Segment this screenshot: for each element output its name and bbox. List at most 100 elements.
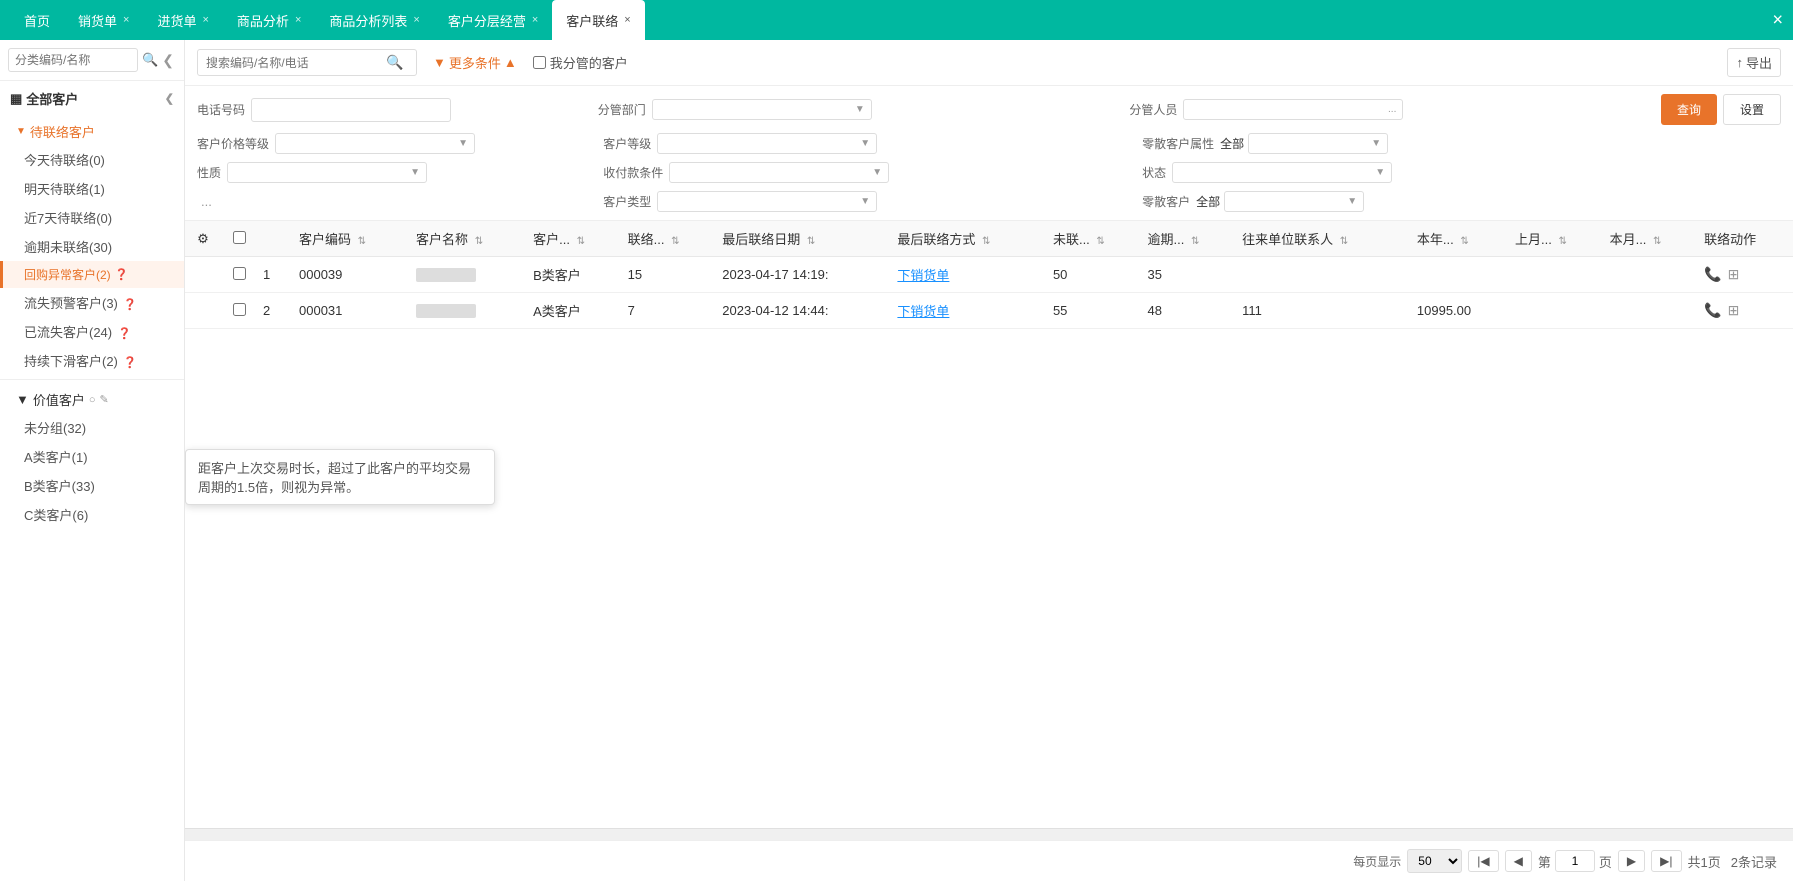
prev-page-button[interactable]: ◀ bbox=[1505, 850, 1532, 872]
declining-help-icon[interactable]: ❓ bbox=[123, 357, 137, 369]
search-icon[interactable]: 🔍 bbox=[386, 54, 403, 71]
col-name-sort-icon[interactable]: ⇅ bbox=[475, 236, 483, 247]
col-last-month-sort-icon[interactable]: ⇅ bbox=[1558, 236, 1566, 247]
nav-item-home[interactable]: 首页 bbox=[10, 0, 64, 40]
sidebar-item-repurchase-abnormal[interactable]: 回购异常客户(2) ❓ bbox=[0, 261, 184, 288]
page-input[interactable] bbox=[1555, 850, 1595, 872]
filter-retail-customer-select[interactable]: ▼ bbox=[1224, 191, 1364, 212]
sidebar-header-collapse-icon[interactable]: ❮ bbox=[165, 92, 174, 105]
close-all-button[interactable]: × bbox=[1772, 10, 1783, 31]
nav-item-customer-mgmt[interactable]: 客户分层经营 × bbox=[434, 0, 552, 40]
nav-label-analysis: 商品分析 bbox=[237, 11, 289, 30]
first-page-button[interactable]: |◀ bbox=[1468, 850, 1498, 872]
settings-icon[interactable]: ⚙ bbox=[197, 231, 209, 246]
filter-dept-select[interactable]: ▼ bbox=[652, 99, 872, 120]
lost-help-icon[interactable]: ❓ bbox=[117, 328, 131, 340]
sidebar-item-lost[interactable]: 已流失客户(24) ❓ bbox=[0, 317, 184, 346]
nav-item-analysis-list[interactable]: 商品分析列表 × bbox=[315, 0, 433, 40]
sidebar-collapse-icon[interactable]: ❮ bbox=[162, 52, 174, 69]
close-icon-customer-mgmt[interactable]: × bbox=[532, 14, 538, 26]
select-all-checkbox[interactable] bbox=[233, 231, 246, 244]
table-container: ⚙ 客户编码 ⇅ 客户名称 ⇅ bbox=[185, 221, 1793, 828]
filter-level-select[interactable]: ▼ bbox=[657, 133, 877, 154]
filter-person-select[interactable]: ... bbox=[1183, 99, 1403, 120]
per-page-select[interactable]: 50 10 20 100 bbox=[1407, 849, 1462, 873]
row2-more-icon[interactable]: ⊞ bbox=[1728, 302, 1740, 319]
filter-price-select[interactable]: ▼ bbox=[275, 133, 475, 154]
filter-retail-customer-value: 全部 bbox=[1196, 193, 1220, 210]
sidebar-value-edit-icon[interactable]: ○ bbox=[89, 394, 96, 406]
close-icon-purchase[interactable]: × bbox=[202, 14, 208, 26]
close-icon-sales[interactable]: × bbox=[123, 14, 129, 26]
sidebar-item-ungroup[interactable]: 未分组(32) bbox=[0, 413, 184, 442]
filter-type-select[interactable]: ▼ bbox=[657, 191, 877, 212]
sidebar-item-today[interactable]: 今天待联络(0) bbox=[0, 145, 184, 174]
sidebar-value-group[interactable]: ▼ 价值客户 ○ ✎ bbox=[0, 384, 184, 413]
col-num bbox=[257, 221, 293, 257]
nav-item-sales[interactable]: 销货单 × bbox=[64, 0, 143, 40]
sidebar-search-icon[interactable]: 🔍 bbox=[142, 52, 158, 68]
sidebar-item-declining[interactable]: 持续下滑客户(2) ❓ bbox=[0, 346, 184, 375]
row2-num-value: 2 bbox=[263, 303, 270, 318]
row2-phone-icon[interactable]: 📞 bbox=[1704, 302, 1721, 319]
filter-status-select[interactable]: ▼ bbox=[1172, 162, 1392, 183]
sidebar-all-customers[interactable]: ▦ 全部客户 ❮ bbox=[0, 81, 184, 116]
row1-phone-icon[interactable]: 📞 bbox=[1704, 266, 1721, 283]
filter-price-level: 客户价格等级 ▼ bbox=[197, 133, 595, 154]
col-last-method: 最后联络方式 ⇅ bbox=[891, 221, 1047, 257]
row2-checkbox[interactable] bbox=[233, 303, 246, 316]
nav-item-analysis[interactable]: 商品分析 × bbox=[223, 0, 315, 40]
search-input[interactable] bbox=[206, 56, 386, 70]
sidebar-value-settings-icon[interactable]: ✎ bbox=[100, 393, 109, 406]
row1-last-method-value[interactable]: 下销货单 bbox=[897, 268, 949, 283]
col-contact-sort-icon[interactable]: ⇅ bbox=[671, 236, 679, 247]
loss-warning-help-icon[interactable]: ❓ bbox=[123, 299, 137, 311]
col-last-date-sort-icon[interactable]: ⇅ bbox=[807, 236, 815, 247]
row1-action-buttons: 📞 ⊞ bbox=[1704, 266, 1787, 283]
filter-gender: 性质 ▼ bbox=[197, 162, 595, 183]
col-type-sort-icon[interactable]: ⇅ bbox=[577, 236, 585, 247]
row2-uncontact-value: 55 bbox=[1053, 303, 1067, 318]
filter-payment-select[interactable]: ▼ bbox=[669, 162, 889, 183]
col-last-method-sort-icon[interactable]: ⇅ bbox=[982, 236, 990, 247]
filter-phone-input[interactable] bbox=[251, 98, 451, 122]
nav-item-customer-contact[interactable]: 客户联络 × bbox=[552, 0, 644, 40]
my-customer-filter: 我分管的客户 bbox=[533, 53, 628, 72]
nav-item-purchase[interactable]: 进货单 × bbox=[143, 0, 222, 40]
last-page-button[interactable]: ▶| bbox=[1651, 850, 1681, 872]
sidebar-item-overdue[interactable]: 逾期未联络(30) bbox=[0, 232, 184, 261]
filter-retail-attr-select[interactable]: ▼ bbox=[1248, 133, 1388, 154]
export-button[interactable]: ↑ 导出 bbox=[1727, 48, 1781, 77]
horizontal-scrollbar[interactable] bbox=[185, 828, 1793, 840]
sidebar-pending-group[interactable]: ▼ 待联络客户 bbox=[0, 116, 184, 145]
next-page-button[interactable]: ▶ bbox=[1618, 850, 1645, 872]
close-icon-analysis-list[interactable]: × bbox=[413, 14, 419, 26]
close-icon-analysis[interactable]: × bbox=[295, 14, 301, 26]
repurchase-help-icon[interactable]: ❓ bbox=[115, 268, 129, 281]
col-year-sort-icon[interactable]: ⇅ bbox=[1460, 236, 1468, 247]
sidebar-item-c-class[interactable]: C类客户(6) bbox=[0, 500, 184, 529]
filter-gender-select[interactable]: ▼ bbox=[227, 162, 427, 183]
sidebar-item-tomorrow[interactable]: 明天待联络(1) bbox=[0, 174, 184, 203]
row2-contact-person-value: 111 bbox=[1242, 303, 1262, 318]
sidebar-item-a-class[interactable]: A类客户(1) bbox=[0, 442, 184, 471]
row2-last-method-value[interactable]: 下销货单 bbox=[897, 304, 949, 319]
row1-more-icon[interactable]: ⊞ bbox=[1728, 266, 1740, 283]
col-overdue-sort-icon[interactable]: ⇅ bbox=[1191, 236, 1199, 247]
sidebar-search-input[interactable] bbox=[8, 48, 138, 72]
close-icon-customer-contact[interactable]: × bbox=[624, 14, 630, 26]
col-this-month-sort-icon[interactable]: ⇅ bbox=[1653, 236, 1661, 247]
settings-button[interactable]: 设置 bbox=[1723, 94, 1781, 125]
row1-checkbox[interactable] bbox=[233, 267, 246, 280]
sidebar-item-7days[interactable]: 近7天待联络(0) bbox=[0, 203, 184, 232]
filter-more-icon[interactable]: ... bbox=[197, 194, 216, 209]
more-conditions-button[interactable]: ▼ 更多条件 ▲ bbox=[425, 49, 525, 76]
sidebar-divider bbox=[0, 379, 184, 380]
sidebar-item-b-class[interactable]: B类客户(33) bbox=[0, 471, 184, 500]
my-customer-checkbox[interactable] bbox=[533, 56, 546, 69]
sidebar-item-loss-warning[interactable]: 流失预警客户(3) ❓ bbox=[0, 288, 184, 317]
query-button[interactable]: 查询 bbox=[1661, 94, 1717, 125]
col-uncontact-sort-icon[interactable]: ⇅ bbox=[1096, 236, 1104, 247]
col-code-sort-icon[interactable]: ⇅ bbox=[358, 236, 366, 247]
col-contact-person-sort-icon[interactable]: ⇅ bbox=[1340, 236, 1348, 247]
